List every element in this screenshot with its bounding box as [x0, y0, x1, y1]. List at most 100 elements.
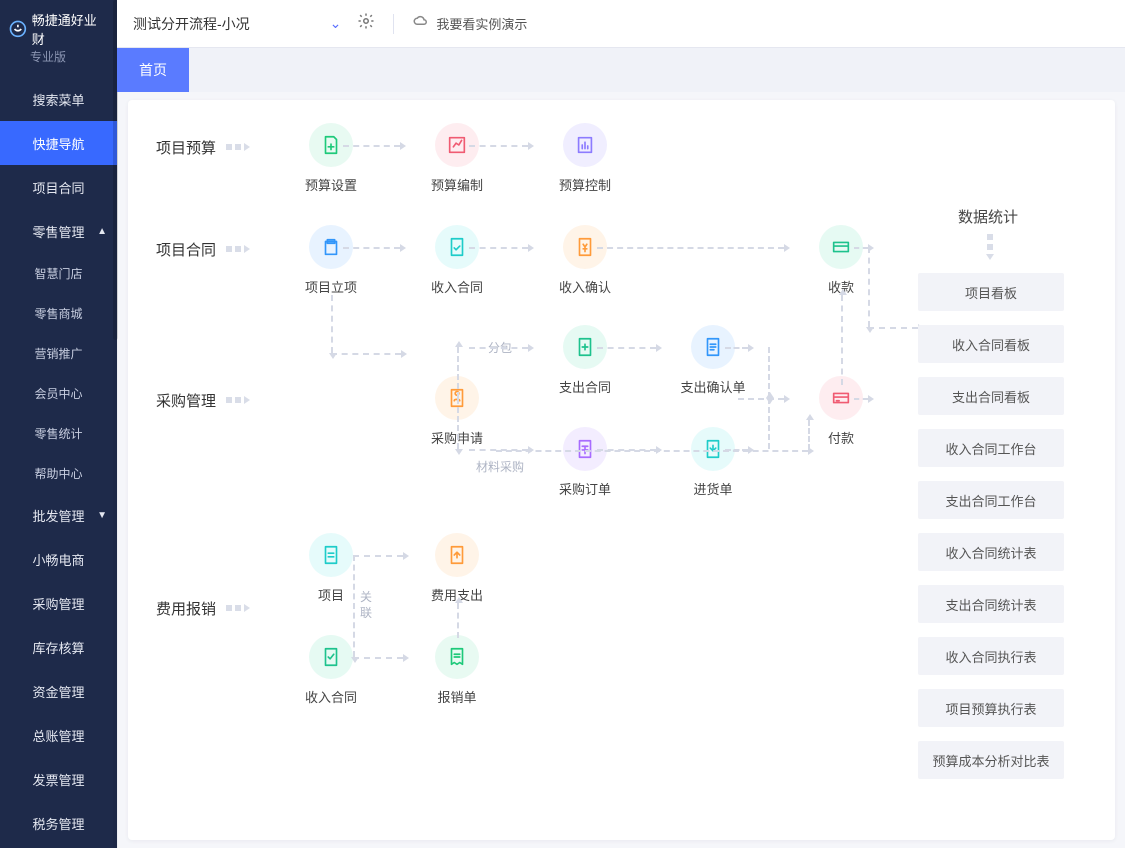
- flow-connector: [353, 555, 355, 657]
- sidebar-menu: 搜索菜单快捷导航项目合同零售管理▲智慧门店零售商城营销推广会员中心零售统计帮助中…: [0, 77, 117, 845]
- sidebar-subitem-2-2[interactable]: 营销推广: [0, 333, 117, 373]
- tab-home[interactable]: 首页: [117, 48, 189, 92]
- workspace-selector[interactable]: 测试分开流程-小况 ⌄: [133, 14, 341, 34]
- flow-tag: 联: [360, 604, 372, 621]
- flow-node-费用支出[interactable]: 费用支出: [414, 533, 500, 604]
- sidebar-item-0[interactable]: 快捷导航: [0, 121, 117, 165]
- stats-button-9[interactable]: 预算成本分析对比表: [918, 741, 1064, 779]
- flow-connector: [331, 353, 401, 355]
- divider: [393, 14, 394, 34]
- flow-arrow: [738, 398, 784, 400]
- flow-connector: [353, 555, 403, 557]
- sidebar-subitem-2-5[interactable]: 帮助中心: [0, 453, 117, 493]
- stats-title: 数据统计: [958, 206, 1018, 227]
- stats-button-1[interactable]: 收入合同看板: [918, 325, 1064, 363]
- sidebar-item-2[interactable]: 零售管理▲: [0, 209, 117, 253]
- sidebar-item-9[interactable]: 发票管理: [0, 757, 117, 801]
- flow-connector: [457, 347, 459, 398]
- sidebar-item-5[interactable]: 采购管理: [0, 581, 117, 625]
- flow-arrow: [854, 398, 868, 400]
- doc-check2-icon: [309, 635, 353, 679]
- flow-node-label: 预算设置: [288, 175, 374, 194]
- flow-node-label: 报销单: [414, 687, 500, 706]
- arrow-right-icon: [226, 605, 250, 612]
- arrow-right-icon: [226, 397, 250, 404]
- sidebar-scrollbar[interactable]: [113, 0, 118, 848]
- flow-node-label: 支出合同: [542, 377, 628, 396]
- flow-arrow: [469, 145, 528, 147]
- tab-label: 首页: [139, 60, 167, 80]
- doc-eq-icon: [309, 533, 353, 577]
- sidebar-subitem-2-0[interactable]: 智慧门店: [0, 253, 117, 293]
- flow-node-label: 收入合同: [288, 687, 374, 706]
- sidebar-item-4[interactable]: 小畅电商: [0, 537, 117, 581]
- flow-tag: 材料采购: [476, 458, 524, 475]
- flow-connector: [841, 295, 843, 385]
- flow-node-付款[interactable]: 付款: [798, 376, 884, 447]
- flow-node-收入合同[interactable]: 收入合同: [414, 225, 500, 296]
- sidebar-item-8[interactable]: 总账管理: [0, 713, 117, 757]
- sidebar-subitem-2-3[interactable]: 会员中心: [0, 373, 117, 413]
- chevron-down-icon: ▼: [97, 510, 107, 521]
- flow-arrow: [725, 347, 748, 349]
- flow-node-报销单[interactable]: 报销单: [414, 635, 500, 706]
- flow-arrow: [469, 347, 528, 349]
- flow-node-项目立项[interactable]: 项目立项: [288, 225, 374, 296]
- arrow-right-icon: [226, 246, 250, 253]
- sidebar-item-3[interactable]: 批发管理▼: [0, 493, 117, 537]
- flow-node-进货单[interactable]: 进货单: [670, 427, 756, 498]
- flow-node-label: 预算编制: [414, 175, 500, 194]
- flow-node-label: 采购订单: [542, 479, 628, 498]
- stats-button-8[interactable]: 项目预算执行表: [918, 689, 1064, 727]
- gear-icon[interactable]: [357, 12, 375, 35]
- stats-button-3[interactable]: 收入合同工作台: [918, 429, 1064, 467]
- flow-node-收入确认[interactable]: 收入确认: [542, 225, 628, 296]
- flow-node-label: 项目立项: [288, 277, 374, 296]
- arrow-right-icon: [226, 144, 250, 151]
- cloud-icon: [412, 13, 430, 34]
- demo-link[interactable]: 我要看实例演示: [412, 13, 527, 34]
- flow-node-采购订单[interactable]: 采购订单: [542, 427, 628, 498]
- stats-button-5[interactable]: 收入合同统计表: [918, 533, 1064, 571]
- flow-arrow: [343, 247, 400, 249]
- flow-node-label: 收入合同: [414, 277, 500, 296]
- stats-button-0[interactable]: 项目看板: [918, 273, 1064, 311]
- stats-button-2[interactable]: 支出合同看板: [918, 377, 1064, 415]
- stats-arrow-down-icon: [986, 234, 994, 260]
- sidebar-item-1[interactable]: 项目合同: [0, 165, 117, 209]
- flow-node-预算控制[interactable]: 预算控制: [542, 123, 628, 194]
- flow-node-label: 收入确认: [542, 277, 628, 296]
- stats-button-6[interactable]: 支出合同统计表: [918, 585, 1064, 623]
- row-label-r4: 费用报销: [156, 598, 250, 619]
- sidebar-item-7[interactable]: 资金管理: [0, 669, 117, 713]
- workflow-canvas: 数据统计 项目预算预算设置预算编制预算控制项目合同项目立项收入合同收入确认收款采…: [128, 100, 1115, 840]
- flow-connector: [331, 295, 333, 353]
- sidebar-subitem-2-4[interactable]: 零售统计: [0, 413, 117, 453]
- row-label-r1: 项目预算: [156, 137, 250, 158]
- brand-edition: 专业版: [0, 48, 117, 77]
- stats-button-7[interactable]: 收入合同执行表: [918, 637, 1064, 675]
- topbar: 测试分开流程-小况 ⌄ 我要看实例演示: [117, 0, 1125, 48]
- flow-connector: [496, 450, 808, 452]
- bar-icon: [563, 123, 607, 167]
- flow-tag: 关: [360, 588, 372, 605]
- stats-button-4[interactable]: 支出合同工作台: [918, 481, 1064, 519]
- flow-arrow: [343, 145, 400, 147]
- flow-node-支出合同[interactable]: 支出合同: [542, 325, 628, 396]
- chevron-up-icon: ▲: [97, 226, 107, 237]
- sidebar-item-6[interactable]: 库存核算: [0, 625, 117, 669]
- flow-node-收款[interactable]: 收款: [798, 225, 884, 296]
- flow-node-预算编制[interactable]: 预算编制: [414, 123, 500, 194]
- sidebar-search[interactable]: 搜索菜单: [0, 77, 117, 121]
- flow-connector: [768, 347, 770, 398]
- sidebar-subitem-2-1[interactable]: 零售商城: [0, 293, 117, 333]
- flow-node-预算设置[interactable]: 预算设置: [288, 123, 374, 194]
- flow-node-label: 支出确认单: [670, 377, 756, 396]
- workspace-name: 测试分开流程-小况: [133, 14, 250, 34]
- brand-name: 畅捷通好业财: [32, 10, 109, 48]
- flow-node-收入合同[interactable]: 收入合同: [288, 635, 374, 706]
- flow-node-支出确认单[interactable]: 支出确认单: [670, 325, 756, 396]
- flow-arrow: [597, 347, 656, 349]
- receipt-icon: [435, 635, 479, 679]
- sidebar-item-10[interactable]: 税务管理: [0, 801, 117, 845]
